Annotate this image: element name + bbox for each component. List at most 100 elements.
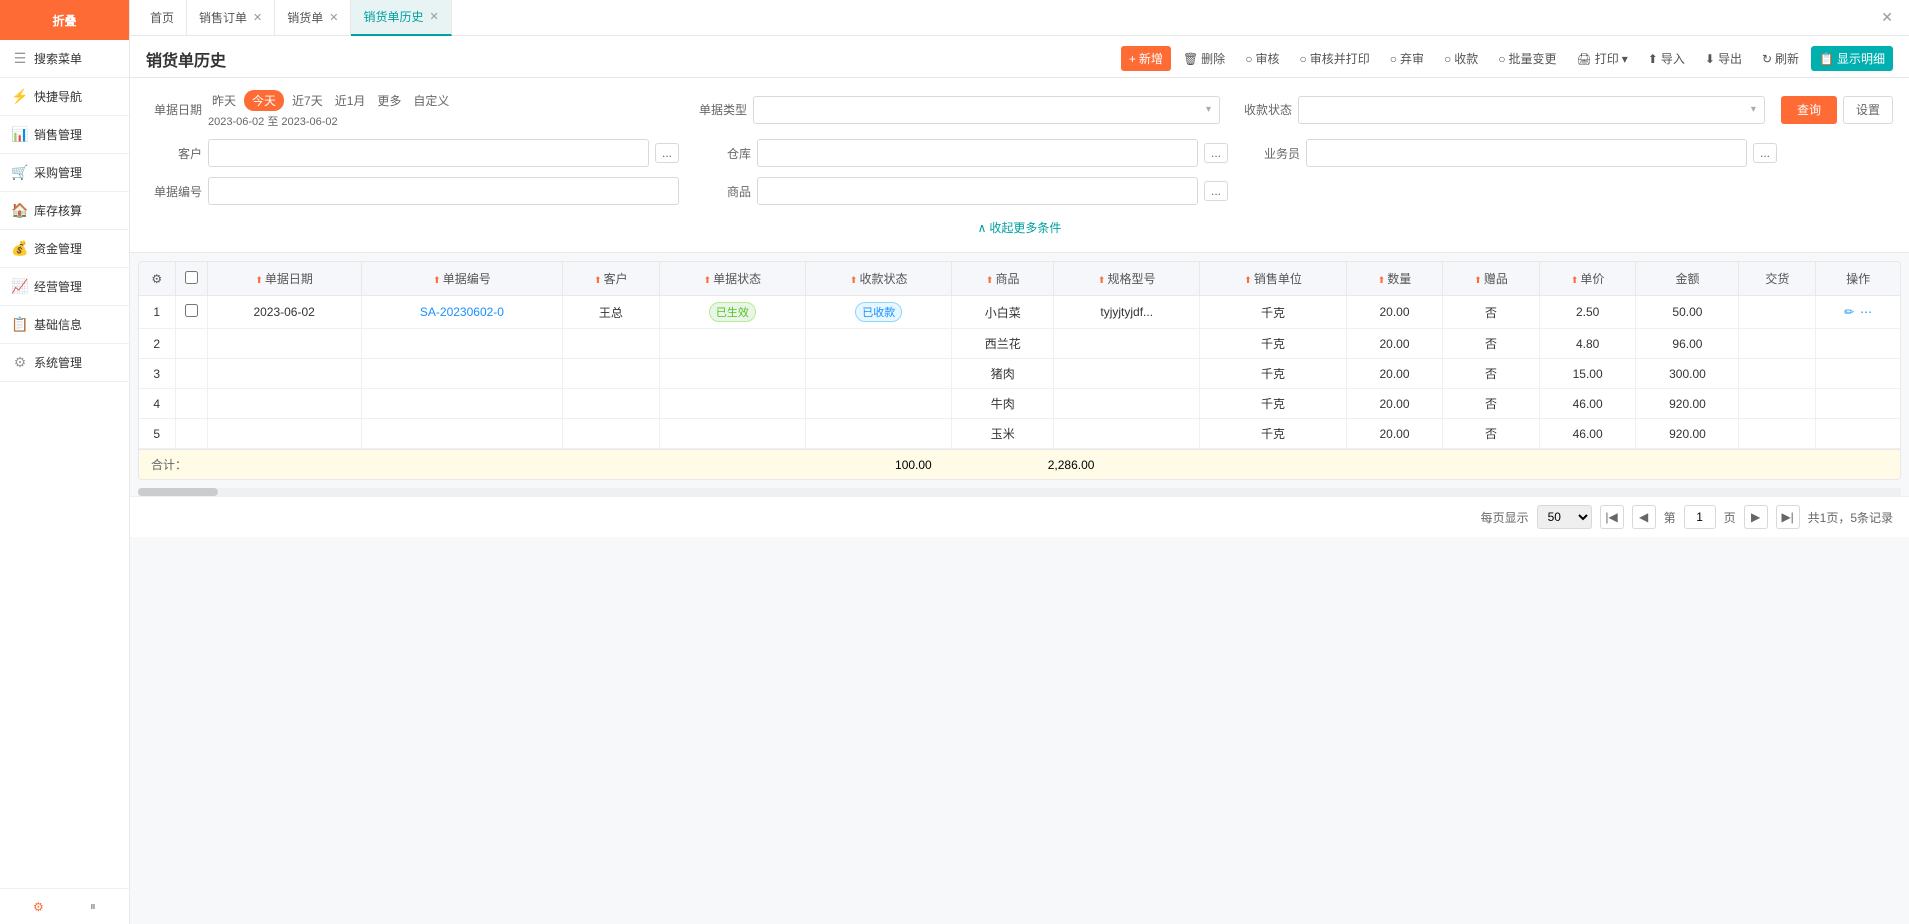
filter-collect-status-select[interactable]: ▾ [1298,96,1765,124]
filter-section: 单据日期 昨天 今天 近7天 近1月 更多 自定义 2023-06-02 至 2… [130,78,1909,253]
abandon-button[interactable]: ○ 弃审 [1382,46,1432,71]
col-spec-type[interactable]: ⬆规格型号 [1054,262,1200,296]
new-button[interactable]: + 新增 [1121,46,1171,71]
filter-salesperson-ellipsis[interactable]: ... [1753,143,1777,163]
horizontal-scrollbar[interactable] [138,488,1901,496]
page-input[interactable]: 1 [1684,505,1716,529]
cell-row-num: 5 [139,419,175,449]
filter-warehouse-input[interactable] [757,139,1198,167]
col-doc-no[interactable]: ⬆单据编号 [361,262,562,296]
col-collect-status[interactable]: ⬆收款状态 [806,262,952,296]
tab-sales-history[interactable]: 销货单历史 ✕ [351,0,451,36]
export-button[interactable]: ⬇ 导出 [1697,46,1750,71]
tab-sales-order[interactable]: 销售订单 ✕ [187,0,275,36]
date-more[interactable]: 更多 [373,90,405,111]
tab-sales-shipment-close[interactable]: ✕ [329,11,338,24]
sidebar-item-inventory-calc[interactable]: 🏠 库存核算 [0,192,129,230]
col-sales-unit[interactable]: ⬆销售单位 [1200,262,1346,296]
cell-checkbox[interactable] [175,359,207,389]
audit-button[interactable]: ○ 审核 [1237,46,1287,71]
edit-row-btn[interactable]: ✏ [1844,305,1854,319]
refresh-button[interactable]: ↻ 刷新 [1754,46,1807,71]
date-yesterday[interactable]: 昨天 [208,90,240,111]
cell-collect-status [806,359,952,389]
cell-checkbox[interactable] [175,296,207,329]
tab-sales-shipment[interactable]: 销货单 ✕ [275,0,351,36]
audit-print-button[interactable]: ○ 审核并打印 [1291,46,1377,71]
date-7days[interactable]: 近7天 [288,90,327,111]
sidebar-item-system-mgmt[interactable]: ⚙ 系统管理 [0,344,129,382]
sidebar-item-operations-mgmt[interactable]: 📈 经营管理 [0,268,129,306]
settings-button[interactable]: 设置 [1843,96,1893,124]
page-last-btn[interactable]: ▶| [1776,505,1800,529]
scrollbar-thumb[interactable] [138,488,218,496]
col-unit-price[interactable]: ⬆单价 [1539,262,1636,296]
date-sort-icon: ⬆ [255,275,263,285]
col-doc-status[interactable]: ⬆单据状态 [659,262,805,296]
more-row-btn[interactable]: ⋯ [1860,305,1872,319]
tab-sales-order-close[interactable]: ✕ [253,11,262,24]
cell-quantity: 20.00 [1346,389,1443,419]
cell-customer [563,419,660,449]
import-button[interactable]: ⬆ 导入 [1640,46,1693,71]
sidebar-item-search-menu[interactable]: ☰ 搜索菜单 [0,40,129,78]
cell-gift: 否 [1443,359,1540,389]
sidebar-item-basic-info[interactable]: 📋 基础信息 [0,306,129,344]
filter-customer-ellipsis[interactable]: ... [655,143,679,163]
filter-salesperson-input[interactable] [1306,139,1747,167]
filter-customer-input[interactable] [208,139,649,167]
batch-change-button[interactable]: ○ 批量变更 [1490,46,1564,71]
print-button[interactable]: 🖨 打印 ▾ [1569,46,1636,71]
cell-checkbox[interactable] [175,329,207,359]
filter-goods-ellipsis[interactable]: ... [1204,181,1228,201]
customer-sort-icon: ⬆ [594,275,602,285]
date-custom[interactable]: 自定义 [409,90,453,111]
page-prev-btn[interactable]: ◀ [1632,505,1656,529]
query-button[interactable]: 查询 [1781,96,1837,124]
sidebar-item-quick-nav[interactable]: ⚡ 快捷导航 [0,78,129,116]
tab-sales-history-close[interactable]: ✕ [430,10,439,23]
doc-no-link[interactable]: SA-20230602-0 [420,305,504,319]
delete-button[interactable]: 🗑 删除 [1175,46,1233,71]
audit-print-icon: ○ [1299,52,1306,66]
cell-row-num: 1 [139,296,175,329]
delete-icon: 🗑 [1183,52,1198,66]
export-icon: ⬇ [1705,52,1715,66]
per-page-select[interactable]: 50 100 200 [1537,505,1592,529]
tab-bar-close-all[interactable]: ✕ [1873,9,1901,26]
sidebar-item-finance-mgmt[interactable]: 💰 资金管理 [0,230,129,268]
filter-doc-type-select[interactable]: ▾ [753,96,1220,124]
filter-warehouse-ellipsis[interactable]: ... [1204,143,1228,163]
col-settings[interactable]: ⚙ [139,262,175,296]
col-customer[interactable]: ⬆客户 [563,262,660,296]
date-1month[interactable]: 近1月 [331,90,370,111]
cell-checkbox[interactable] [175,419,207,449]
col-goods[interactable]: ⬆商品 [952,262,1054,296]
col-gift[interactable]: ⬆赠品 [1443,262,1540,296]
collect-button[interactable]: ○ 收款 [1436,46,1486,71]
sidebar-collapse-icon[interactable]: ⏸ [90,899,96,914]
page-first-btn[interactable]: |◀ [1600,505,1624,529]
sidebar-settings-icon[interactable]: ⚙ [33,900,44,914]
tab-home[interactable]: 首页 [138,0,187,36]
export-label: 导出 [1718,50,1742,67]
cell-gift: 否 [1443,389,1540,419]
show-detail-button[interactable]: 📋 显示明细 [1811,46,1893,71]
sidebar-item-purchase-mgmt[interactable]: 🛒 采购管理 [0,154,129,192]
settings-gear-icon[interactable]: ⚙ [151,272,162,286]
sidebar-item-sales-mgmt[interactable]: 📊 销售管理 [0,116,129,154]
new-label: 新增 [1139,50,1163,67]
filter-goods-input[interactable] [757,177,1198,205]
page-next-btn[interactable]: ▶ [1744,505,1768,529]
row-checkbox[interactable] [185,304,198,317]
collapse-filter-btn[interactable]: ∧ 收起更多条件 [146,215,1893,240]
filter-doc-no-input[interactable] [208,177,679,205]
col-date[interactable]: ⬆单据日期 [207,262,361,296]
cell-checkbox[interactable] [175,389,207,419]
sidebar-item-label: 采购管理 [34,164,82,181]
cell-row-num: 2 [139,329,175,359]
col-quantity[interactable]: ⬆数量 [1346,262,1443,296]
date-today[interactable]: 今天 [244,90,284,111]
select-all-checkbox[interactable] [185,271,198,284]
doc-status-sort-icon: ⬆ [704,275,712,285]
